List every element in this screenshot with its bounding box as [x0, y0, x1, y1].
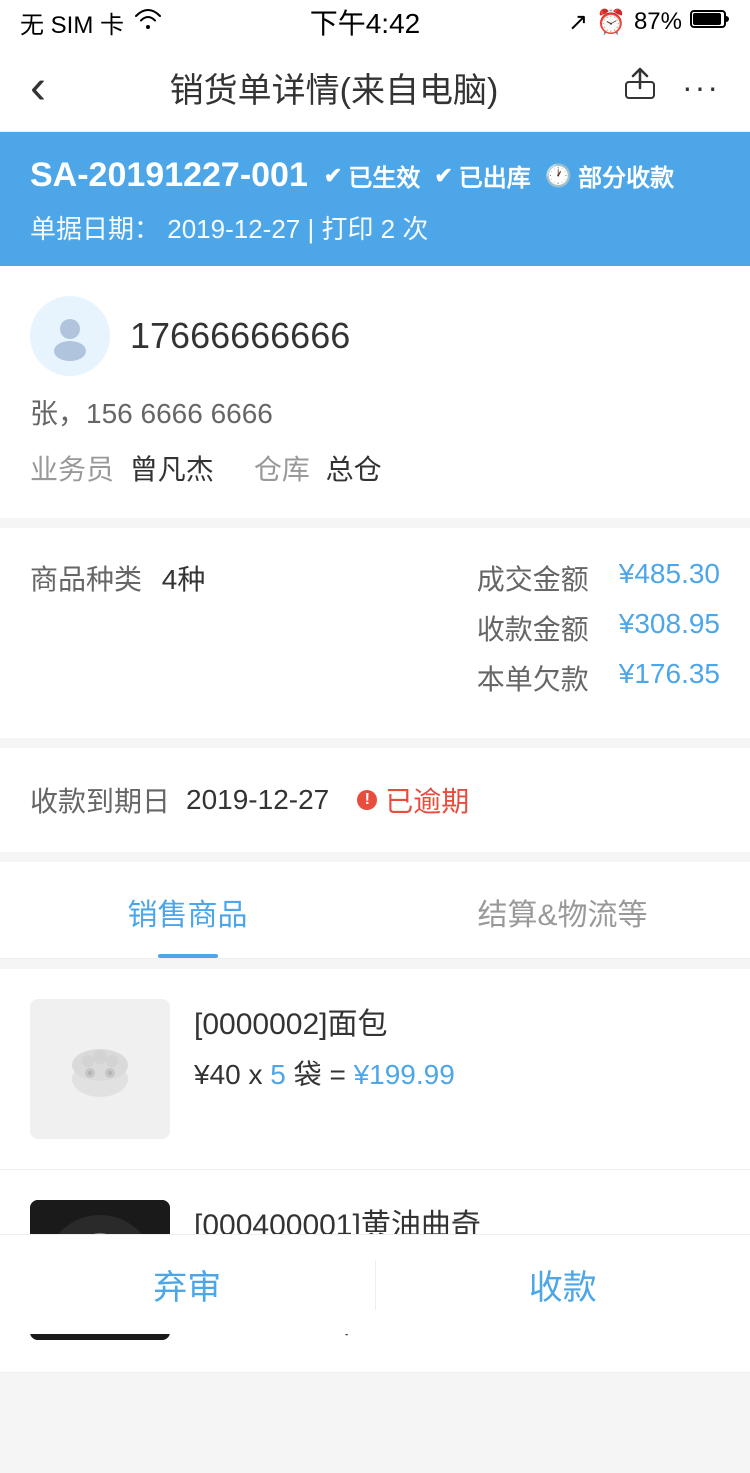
bottom-bar: 弃审 收款 — [0, 1234, 750, 1334]
check-icon-2: ✔ — [434, 163, 452, 189]
received-amount-row: 收款金额 ¥308.95 — [477, 608, 720, 648]
avatar — [30, 296, 110, 376]
product-thumbnail-1 — [30, 999, 170, 1139]
battery-icon — [690, 8, 730, 37]
status-effective: ✔ 已生效 — [324, 158, 420, 193]
overdue-badge: ! 已逾期 — [345, 776, 481, 824]
check-icon-1: ✔ — [324, 163, 342, 189]
owed-amount-row: 本单欠款 ¥176.35 — [477, 658, 720, 698]
order-banner: SA-20191227-001 ✔ 已生效 ✔ 已出库 🕐 部分收款 单据日期：… — [0, 132, 750, 266]
status-time: 下午4:42 — [310, 2, 421, 42]
nav-actions: ··· — [622, 66, 720, 110]
share-icon[interactable] — [622, 66, 658, 110]
product-price-1: ¥40 x 5 袋 = ¥199.99 — [194, 1053, 720, 1093]
nav-bar: ‹ 销货单详情(来自电脑) ··· — [0, 44, 750, 132]
status-bar: 无 SIM 卡 下午4:42 ↗ ⏰ 87% — [0, 0, 750, 44]
tab-products[interactable]: 销售商品 — [0, 862, 375, 958]
status-partial: 🕐 部分收款 — [545, 158, 674, 193]
overdue-icon: ! — [357, 790, 377, 810]
clock-icon: 🕐 — [545, 163, 572, 189]
deal-amount-row: 成交金额 ¥485.30 — [477, 558, 720, 598]
amounts-section: 商品种类 4种 成交金额 ¥485.30 收款金额 ¥308.95 本单欠款 ¥… — [0, 528, 750, 738]
carrier-text: 无 SIM 卡 — [20, 5, 124, 40]
product-name-1: [0000002]面包 — [194, 999, 720, 1043]
tabs-row: 销售商品 结算&物流等 — [0, 862, 750, 959]
battery-text: 87% — [634, 8, 682, 36]
product-info-1: [0000002]面包 ¥40 x 5 袋 = ¥199.99 — [194, 999, 720, 1093]
status-right: ↗ ⏰ 87% — [568, 8, 730, 37]
list-item: [0000002]面包 ¥40 x 5 袋 = ¥199.99 — [0, 969, 750, 1170]
order-date-row: 单据日期： 2019-12-27 | 打印 2 次 — [30, 209, 720, 246]
wifi-icon — [134, 8, 162, 37]
collect-payment-button[interactable]: 收款 — [376, 1240, 750, 1329]
amounts-right: 成交金额 ¥485.30 收款金额 ¥308.95 本单欠款 ¥176.35 — [477, 558, 720, 708]
more-icon[interactable]: ··· — [682, 69, 720, 106]
warehouse-label: 仓库 总仓 — [254, 448, 382, 488]
tabs-section: 销售商品 结算&物流等 — [0, 862, 750, 959]
order-number-text: SA-20191227-001 — [30, 156, 308, 195]
location-icon: ↗ — [568, 8, 588, 37]
status-badges: ✔ 已生效 ✔ 已出库 🕐 部分收款 — [324, 158, 674, 193]
product-types: 商品种类 4种 — [30, 558, 205, 598]
customer-phone: 17666666666 — [130, 315, 350, 357]
sales-label: 业务员 曾凡杰 — [30, 448, 214, 488]
alarm-icon: ⏰ — [596, 8, 626, 37]
customer-meta: 业务员 曾凡杰 仓库 总仓 — [30, 448, 720, 488]
customer-section: 17666666666 张，156 6666 6666 业务员 曾凡杰 仓库 总… — [0, 266, 750, 518]
due-section: 收款到期日 2019-12-27 ! 已逾期 — [0, 748, 750, 852]
back-button[interactable]: ‹ — [30, 60, 46, 115]
order-number-row: SA-20191227-001 ✔ 已生效 ✔ 已出库 🕐 部分收款 — [30, 156, 720, 195]
customer-row: 17666666666 — [30, 296, 720, 376]
status-shipped: ✔ 已出库 — [434, 158, 530, 193]
tab-settlement[interactable]: 结算&物流等 — [375, 862, 750, 958]
abandon-review-button[interactable]: 弃审 — [0, 1240, 375, 1329]
status-left: 无 SIM 卡 — [20, 5, 162, 40]
page-title: 销货单详情(来自电脑) — [170, 63, 499, 112]
customer-name-phone: 张，156 6666 6666 — [30, 392, 720, 432]
